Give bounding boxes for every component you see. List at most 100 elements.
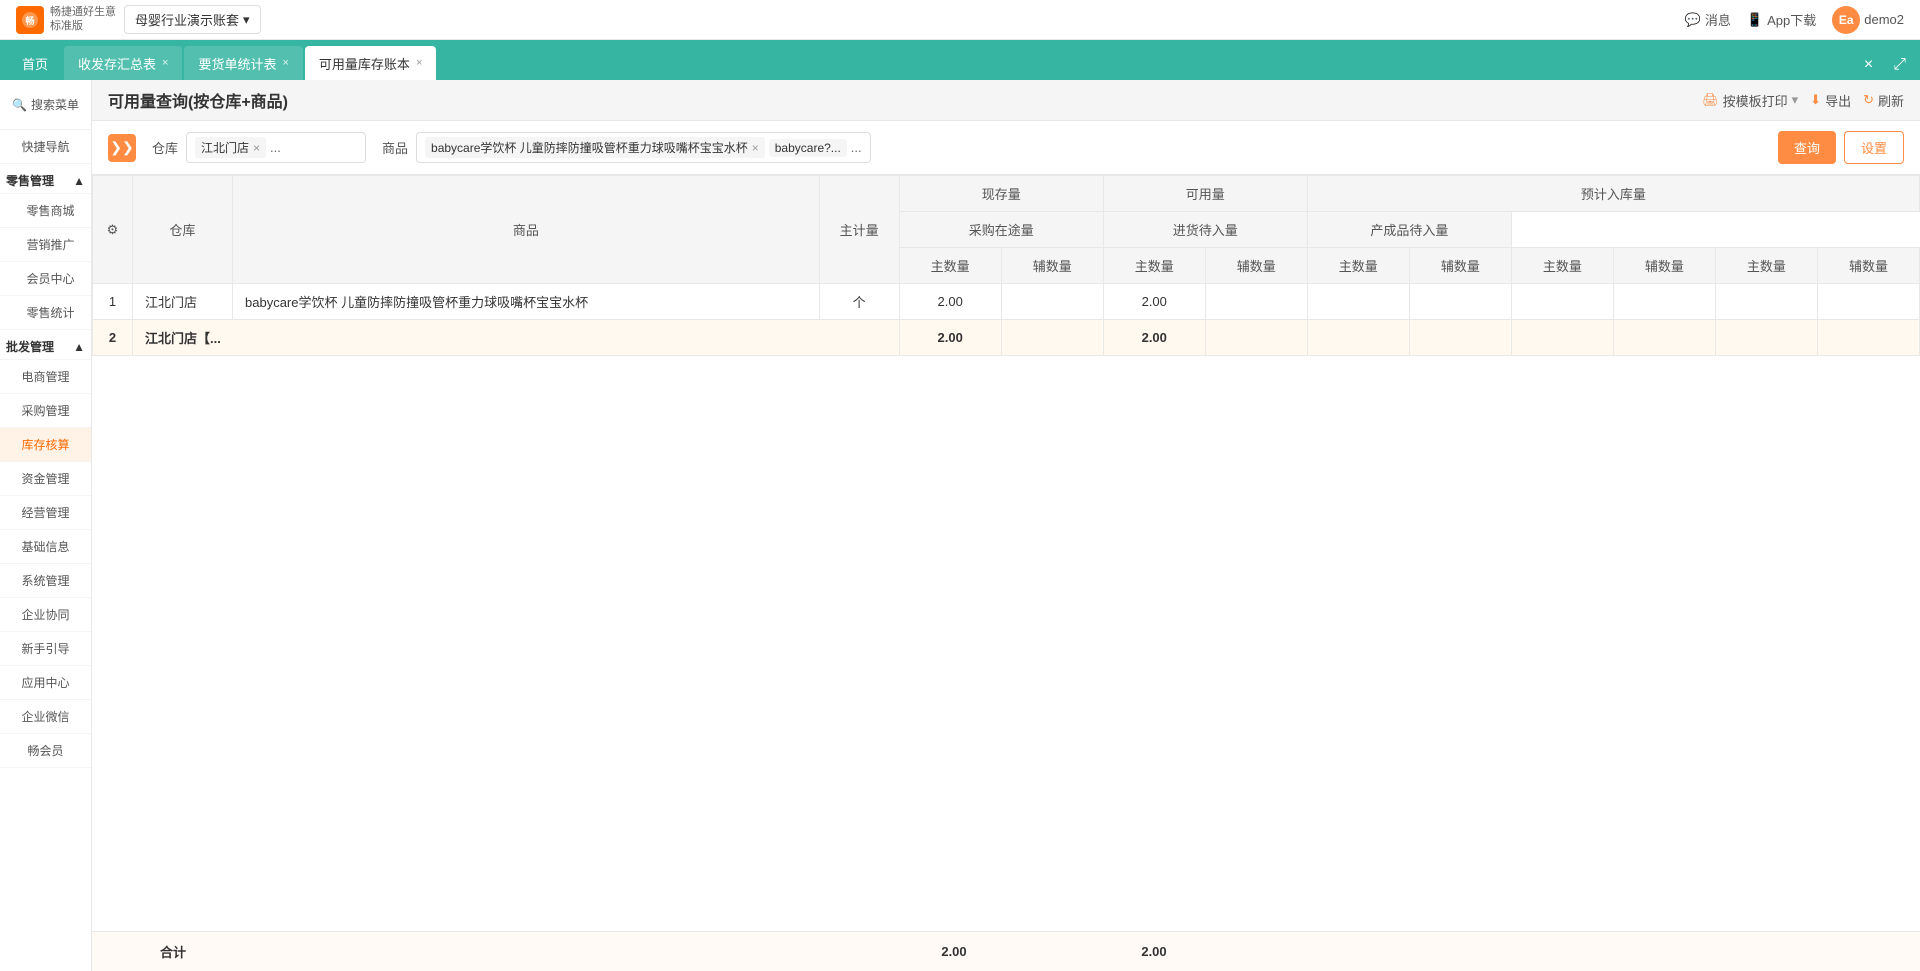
row-index: 1 (93, 284, 133, 320)
subtotal-stock-main: 2.00 (899, 320, 1001, 356)
chevron-icon: ▲ (73, 174, 85, 188)
industry-select[interactable]: 母婴行业演示账套 ▾ (124, 5, 261, 34)
tab-order-stats[interactable]: 要货单统计表 × (184, 46, 302, 80)
inventory-table: ⚙ 仓库 商品 主计量 现存量 可用量 预计入库量 采购在途量 进货待入量 产成… (92, 175, 1920, 356)
main-layout: 🔍 搜索菜单 快捷导航 零售管理 ▲ 零售商城 营销推广 会员中心 零售统计 批… (0, 80, 1920, 971)
product-tag-1-remove[interactable]: × (752, 141, 759, 155)
col-purchase-main: 主数量 (1307, 248, 1409, 284)
logo-icon: 畅 (16, 6, 44, 34)
content-area: 可用量查询(按仓库+商品) 🖨 按模板打印 ▾ ⬇ 导出 ↻ 刷新 ❯❯ (92, 80, 1920, 971)
tab-close-order-stats[interactable]: × (282, 57, 288, 69)
subtotal-row: 2 江北门店【... 2.00 2.00 (93, 320, 1920, 356)
app-download-button[interactable]: 📱 App下载 (1747, 10, 1816, 29)
query-button[interactable]: 查询 (1778, 131, 1836, 164)
row-unit: 个 (819, 284, 899, 320)
export-icon: ⬇ (1810, 92, 1821, 108)
sidebar-item-basic-info[interactable]: 基础信息 (0, 530, 91, 564)
search-menu-button[interactable]: 🔍 搜索菜单 (8, 90, 83, 119)
row-warehouse: 江北门店 (133, 284, 233, 320)
col-gear: ⚙ (93, 176, 133, 284)
filter-toggle-button[interactable]: ❯❯ (108, 134, 136, 162)
sidebar-item-inventory-check[interactable]: 库存核算 (0, 428, 91, 462)
tab-close-available-inventory[interactable]: × (416, 57, 422, 69)
sidebar-item-retail-mall[interactable]: 零售商城 (0, 194, 91, 228)
gear-icon[interactable]: ⚙ (107, 222, 119, 237)
product-tag-1: babycare学饮杯 儿童防摔防撞吸管杯重力球吸嘴杯宝宝水杯 × (425, 137, 765, 158)
row-finished-main (1715, 284, 1817, 320)
tab-home[interactable]: 首页 (8, 46, 62, 80)
product-more-icon[interactable]: ... (851, 140, 862, 155)
page-actions: 🖨 按模板打印 ▾ ⬇ 导出 ↻ 刷新 (1702, 91, 1904, 110)
subtotal-index: 2 (93, 320, 133, 356)
sidebar-item-ecommerce[interactable]: 电商管理 (0, 360, 91, 394)
product-label: 商品 (382, 138, 408, 157)
row-product: babycare学饮杯 儿童防摔防撞吸管杯重力球吸嘴杯宝宝水杯 (233, 284, 820, 320)
subtotal-stock-aux (1001, 320, 1103, 356)
sidebar-search-section: 🔍 搜索菜单 (0, 80, 91, 130)
col-stock-aux: 辅数量 (1001, 248, 1103, 284)
print-button[interactable]: 🖨 按模板打印 ▾ (1702, 91, 1798, 110)
page-title: 可用量查询(按仓库+商品) (108, 88, 288, 112)
sidebar-item-member-vip[interactable]: 畅会员 (0, 734, 91, 768)
sidebar-item-app-center[interactable]: 应用中心 (0, 666, 91, 700)
sidebar-item-new-guide[interactable]: 新手引导 (0, 632, 91, 666)
table-container: ⚙ 仓库 商品 主计量 现存量 可用量 预计入库量 采购在途量 进货待入量 产成… (92, 175, 1920, 931)
sidebar-item-system-mgmt[interactable]: 系统管理 (0, 564, 91, 598)
subtotal-purchase-aux (1409, 320, 1511, 356)
row-purchase-main (1307, 284, 1409, 320)
col-inbound-pending-header: 进货待入量 (1103, 212, 1307, 248)
row-stock-main: 2.00 (899, 284, 1001, 320)
sidebar-item-retail-mgmt[interactable]: 零售管理 ▲ (0, 164, 91, 194)
close-all-tabs-button[interactable]: × (1858, 54, 1879, 76)
sidebar-item-purchase[interactable]: 采购管理 (0, 394, 91, 428)
col-estimated-header: 预计入库量 (1307, 176, 1919, 212)
sidebar-item-quick-nav[interactable]: 快捷导航 (0, 130, 91, 164)
sidebar-item-retail-stats[interactable]: 零售统计 (0, 296, 91, 330)
tab-available-inventory[interactable]: 可用量库存账本 × (305, 46, 436, 80)
nav-tabs: 首页 收发存汇总表 × 要货单统计表 × 可用量库存账本 × × ⤢ (0, 40, 1920, 80)
logo-text: 畅捷通好生意 标准版 (50, 6, 116, 32)
col-warehouse-header: 仓库 (133, 176, 233, 284)
sidebar-item-member-center[interactable]: 会员中心 (0, 262, 91, 296)
settings-button[interactable]: 设置 (1844, 131, 1904, 164)
subtotal-available-aux (1205, 320, 1307, 356)
subtotal-finished-aux (1817, 320, 1919, 356)
row-inbound-main (1511, 284, 1613, 320)
subtotal-purchase-main (1307, 320, 1409, 356)
refresh-button[interactable]: ↻ 刷新 (1863, 91, 1904, 110)
warehouse-tag-remove[interactable]: × (253, 141, 260, 155)
sidebar-item-enterprise-collab[interactable]: 企业协同 (0, 598, 91, 632)
total-row: 合计 2.00 2.00 (92, 931, 1920, 971)
total-stock-main: 2.00 (904, 944, 1004, 959)
nav-tabs-right: × ⤢ (1858, 54, 1912, 80)
print-icon: 🖨 (1702, 92, 1719, 108)
avatar: Ea (1832, 6, 1860, 34)
col-inbound-aux: 辅数量 (1613, 248, 1715, 284)
tab-receive-summary[interactable]: 收发存汇总表 × (64, 46, 182, 80)
sidebar-item-operations[interactable]: 经营管理 (0, 496, 91, 530)
product-input[interactable]: babycare学饮杯 儿童防摔防撞吸管杯重力球吸嘴杯宝宝水杯 × babyca… (416, 132, 871, 163)
col-finished-aux: 辅数量 (1817, 248, 1919, 284)
chevron-down-icon: ▾ (243, 12, 250, 28)
col-available-header: 可用量 (1103, 176, 1307, 212)
sidebar-item-marketing[interactable]: 营销推广 (0, 228, 91, 262)
col-finished-pending-header: 产成品待入量 (1307, 212, 1511, 248)
warehouse-input[interactable]: 江北门店 × ... (186, 132, 366, 163)
export-button[interactable]: ⬇ 导出 (1810, 91, 1851, 110)
warehouse-more-icon[interactable]: ... (270, 140, 281, 155)
maximize-button[interactable]: ⤢ (1887, 54, 1912, 76)
print-chevron-icon: ▾ (1792, 92, 1799, 108)
sidebar-item-finance[interactable]: 资金管理 (0, 462, 91, 496)
sidebar-item-enterprise-wechat[interactable]: 企业微信 (0, 700, 91, 734)
col-purchase-aux: 辅数量 (1409, 248, 1511, 284)
subtotal-available-main: 2.00 (1103, 320, 1205, 356)
col-unit-header: 主计量 (819, 176, 899, 284)
search-icon: 🔍 (12, 98, 27, 112)
row-available-aux (1205, 284, 1307, 320)
sidebar-item-wholesale-mgmt[interactable]: 批发管理 ▲ (0, 330, 91, 360)
tab-close-receive-summary[interactable]: × (162, 57, 168, 69)
warehouse-label: 仓库 (152, 138, 178, 157)
message-icon: 💬 (1685, 12, 1701, 28)
user-menu[interactable]: Ea demo2 (1832, 6, 1904, 34)
message-button[interactable]: 💬 消息 (1685, 10, 1731, 29)
